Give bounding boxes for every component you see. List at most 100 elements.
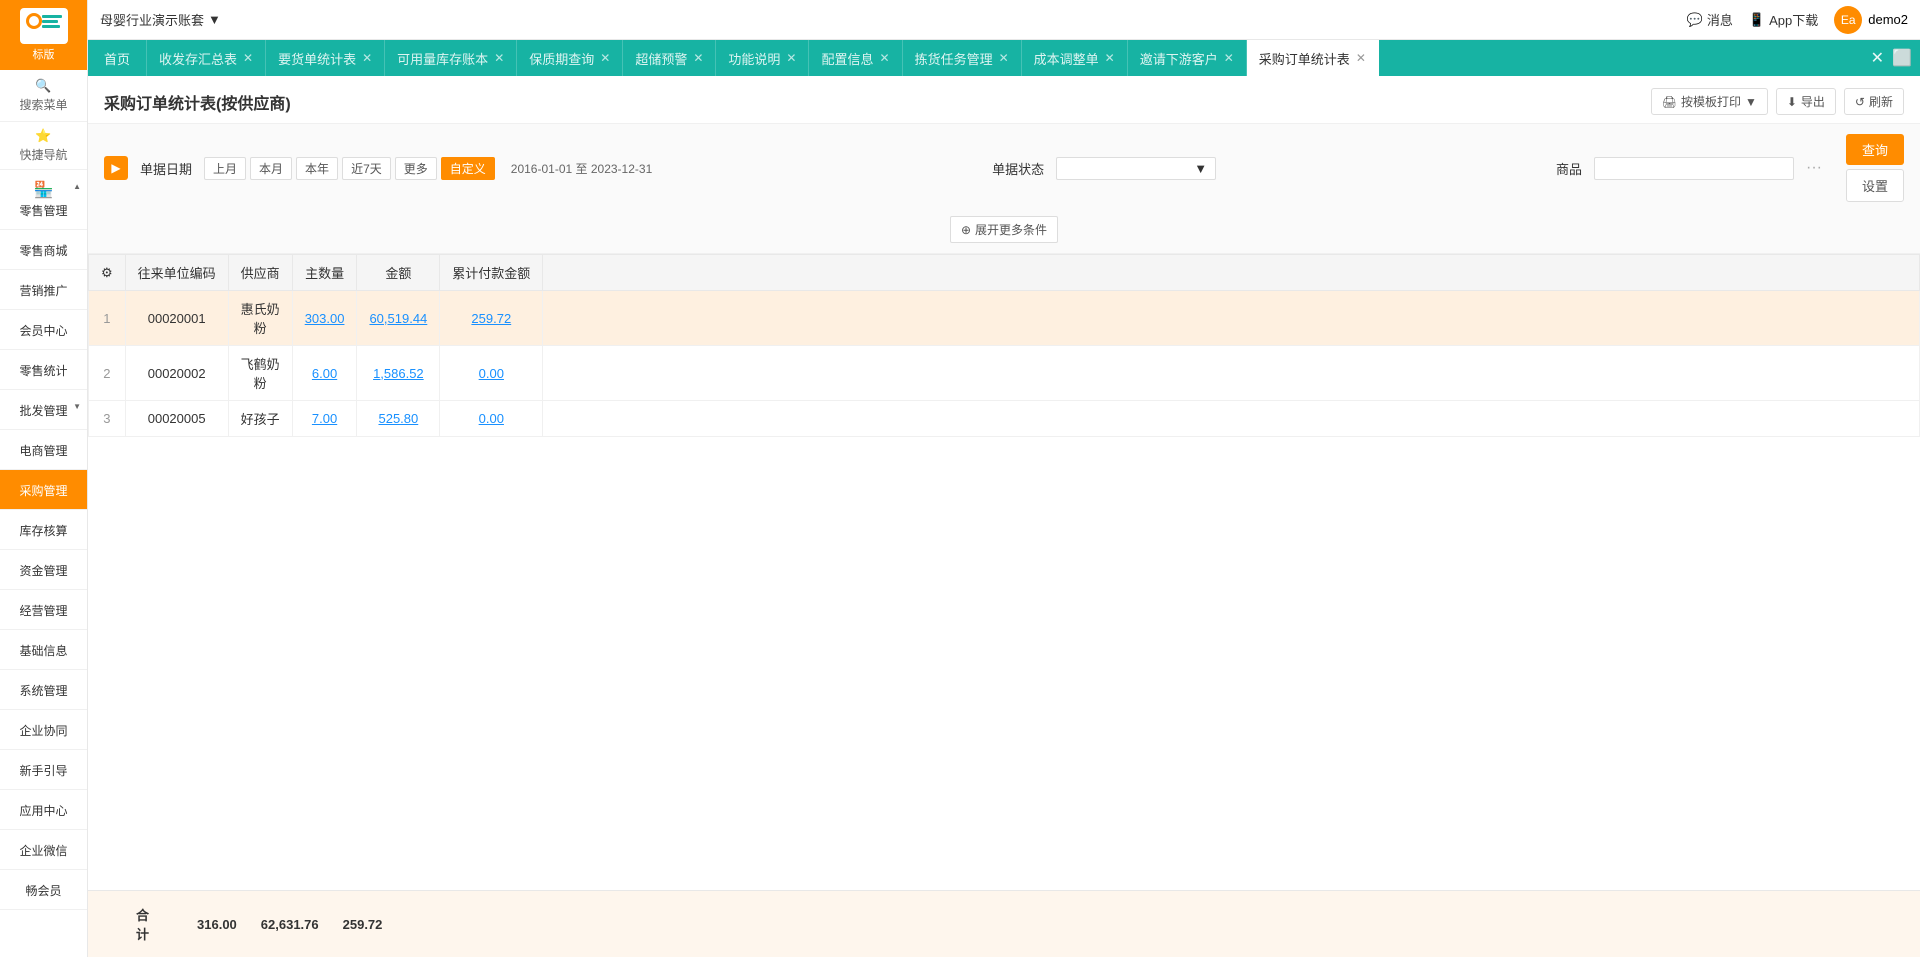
sidebar-item-member[interactable]: 会员中心 (0, 310, 87, 350)
cell-paid[interactable]: 0.00 (440, 401, 543, 437)
tab-invite-downstream[interactable]: 邀请下游客户 ✕ (1128, 40, 1247, 76)
tab-order-stat[interactable]: 要货单统计表 ✕ (266, 40, 385, 76)
sidebar-item-retail[interactable]: 🏪 零售管理 (0, 170, 87, 230)
settings-button[interactable]: 设置 (1846, 169, 1904, 202)
export-button[interactable]: ⬇ 导出 (1776, 88, 1836, 115)
sidebar-item-collab[interactable]: 企业协同 (0, 710, 87, 750)
page-title: 采购订单统计表(按供应商) (104, 90, 291, 114)
cell-paid[interactable]: 259.72 (440, 291, 543, 346)
sidebar-item-member-label: 会员中心 (19, 322, 67, 339)
logo-text: 标版 (33, 46, 55, 62)
sidebar-item-retail-stat[interactable]: 零售统计 (0, 350, 87, 390)
tab-close-all-icon[interactable]: ✕ (1871, 48, 1884, 68)
cell-amount[interactable]: 60,519.44 (357, 291, 440, 346)
user-menu[interactable]: Ea demo2 (1834, 6, 1908, 34)
cell-qty[interactable]: 6.00 (292, 346, 357, 401)
goods-filter-label: 商品 (1556, 159, 1582, 178)
sidebar-item-basic[interactable]: 基础信息 (0, 630, 87, 670)
sidebar-item-marketing[interactable]: 营销推广 (0, 270, 87, 310)
print-button[interactable]: 🖨 按模板打印 ▼ (1651, 88, 1768, 115)
sidebar-item-finance[interactable]: 资金管理 (0, 550, 87, 590)
tab-inventory-book-close[interactable]: ✕ (494, 51, 504, 65)
tab-invite-downstream-close[interactable]: ✕ (1224, 51, 1234, 65)
sidebar-item-ecommerce[interactable]: 电商管理 (0, 430, 87, 470)
sidebar-logo[interactable]: 标版 (0, 0, 87, 70)
date-btn-last-month[interactable]: 上月 (204, 157, 246, 180)
sidebar-item-purchase-label: 采购管理 (19, 482, 67, 499)
sidebar-item-retail-shop[interactable]: 零售商城 (0, 230, 87, 270)
tab-purchase-stat[interactable]: 采购订单统计表 ✕ (1247, 40, 1379, 76)
workspace-selector[interactable]: 母婴行业演示账套 ▼ (100, 10, 221, 29)
table-footer: 合计 316.00 62,631.76 259.72 (88, 890, 1920, 957)
sidebar-nav-item[interactable]: ⭐ 快捷导航 (0, 122, 87, 170)
date-range-display: 2016-01-01 至 2023-12-31 (511, 160, 652, 177)
sidebar-item-purchase[interactable]: 采购管理 (0, 470, 87, 510)
tab-purchase-stat-close[interactable]: ✕ (1356, 51, 1366, 65)
tab-home[interactable]: 首页 (88, 40, 147, 76)
expand-icon: ⊕ (961, 223, 971, 237)
date-btn-this-year[interactable]: 本年 (296, 157, 338, 180)
tab-maximize-icon[interactable]: ⬜ (1892, 48, 1912, 68)
sidebar-item-retail-shop-label: 零售商城 (19, 242, 67, 259)
date-to: 2023-12-31 (591, 162, 652, 176)
tab-func-desc-close[interactable]: ✕ (786, 51, 796, 65)
app-download-label: App下载 (1769, 10, 1818, 29)
refresh-button[interactable]: ↺ 刷新 (1844, 88, 1904, 115)
cell-qty[interactable]: 303.00 (292, 291, 357, 346)
tab-func-desc-label: 功能说明 (728, 49, 780, 68)
tab-receipt-close[interactable]: ✕ (243, 51, 253, 65)
search-icon: 🔍 (35, 78, 51, 94)
expand-more-button[interactable]: ⊕ 展开更多条件 (950, 216, 1058, 243)
tab-inventory-book-label: 可用量库存账本 (397, 49, 488, 68)
query-button[interactable]: 查询 (1846, 134, 1904, 165)
sidebar-item-vip[interactable]: 畅会员 (0, 870, 87, 910)
sidebar-item-apps[interactable]: 应用中心 (0, 790, 87, 830)
cell-amount[interactable]: 525.80 (357, 401, 440, 437)
tab-config-info[interactable]: 配置信息 ✕ (809, 40, 902, 76)
cell-qty[interactable]: 7.00 (292, 401, 357, 437)
tab-cost-adjust[interactable]: 成本调整单 ✕ (1022, 40, 1128, 76)
tab-func-desc[interactable]: 功能说明 ✕ (716, 40, 809, 76)
filter-expand-arrow[interactable]: ▶ (104, 156, 128, 180)
tab-task-mgmt-close[interactable]: ✕ (999, 51, 1009, 65)
footer-label: 合计 (124, 899, 161, 949)
sidebar-search-item[interactable]: 🔍 搜索菜单 (0, 70, 87, 122)
cell-amount[interactable]: 1,586.52 (357, 346, 440, 401)
cell-paid[interactable]: 0.00 (440, 346, 543, 401)
tab-expiry-query-close[interactable]: ✕ (600, 51, 610, 65)
tab-task-mgmt[interactable]: 拣货任务管理 ✕ (903, 40, 1022, 76)
goods-input[interactable] (1594, 157, 1794, 180)
tab-order-stat-close[interactable]: ✕ (362, 51, 372, 65)
sidebar-item-wholesale[interactable]: 批发管理 (0, 390, 87, 430)
date-btn-custom[interactable]: 自定义 (441, 157, 495, 180)
sidebar-nav-label: 快捷导航 (19, 146, 67, 163)
tab-cost-adjust-close[interactable]: ✕ (1105, 51, 1115, 65)
tab-expiry-query[interactable]: 保质期查询 ✕ (517, 40, 623, 76)
app-download-button[interactable]: 📱 App下载 (1749, 10, 1818, 29)
sidebar-item-system[interactable]: 系统管理 (0, 670, 87, 710)
tab-cost-adjust-label: 成本调整单 (1034, 49, 1099, 68)
sidebar-item-wechat[interactable]: 企业微信 (0, 830, 87, 870)
sidebar-item-operations[interactable]: 经营管理 (0, 590, 87, 630)
page-header-actions: 🖨 按模板打印 ▼ ⬇ 导出 ↺ 刷新 (1651, 88, 1904, 115)
status-select[interactable]: ▼ (1056, 157, 1216, 180)
sidebar-item-guide[interactable]: 新手引导 (0, 750, 87, 790)
tab-overstock-alert[interactable]: 超储预警 ✕ (623, 40, 716, 76)
date-btn-last-7[interactable]: 近7天 (342, 157, 391, 180)
tab-inventory-book[interactable]: 可用量库存账本 ✕ (385, 40, 517, 76)
tab-config-info-close[interactable]: ✕ (880, 51, 890, 65)
username: demo2 (1868, 12, 1908, 27)
sidebar-item-retail-label: 零售管理 (19, 202, 67, 219)
cell-code: 00020002 (125, 346, 228, 401)
message-button[interactable]: 💬 消息 (1687, 10, 1733, 29)
tab-receipt[interactable]: 收发存汇总表 ✕ (147, 40, 266, 76)
table-container: ⚙ 往来单位编码 供应商 主数量 金额 累计付款金额 1 00020001 惠氏… (88, 254, 1920, 890)
date-btn-this-month[interactable]: 本月 (250, 157, 292, 180)
topbar-actions: 💬 消息 📱 App下载 Ea demo2 (1687, 6, 1908, 34)
goods-more-icon[interactable]: ··· (1806, 159, 1822, 177)
tab-overstock-alert-close[interactable]: ✕ (693, 51, 703, 65)
col-settings[interactable]: ⚙ (89, 255, 126, 291)
filter-arrow-icon: ▶ (111, 161, 120, 175)
date-btn-more[interactable]: 更多 (395, 157, 437, 180)
sidebar-item-inventory[interactable]: 库存核算 (0, 510, 87, 550)
